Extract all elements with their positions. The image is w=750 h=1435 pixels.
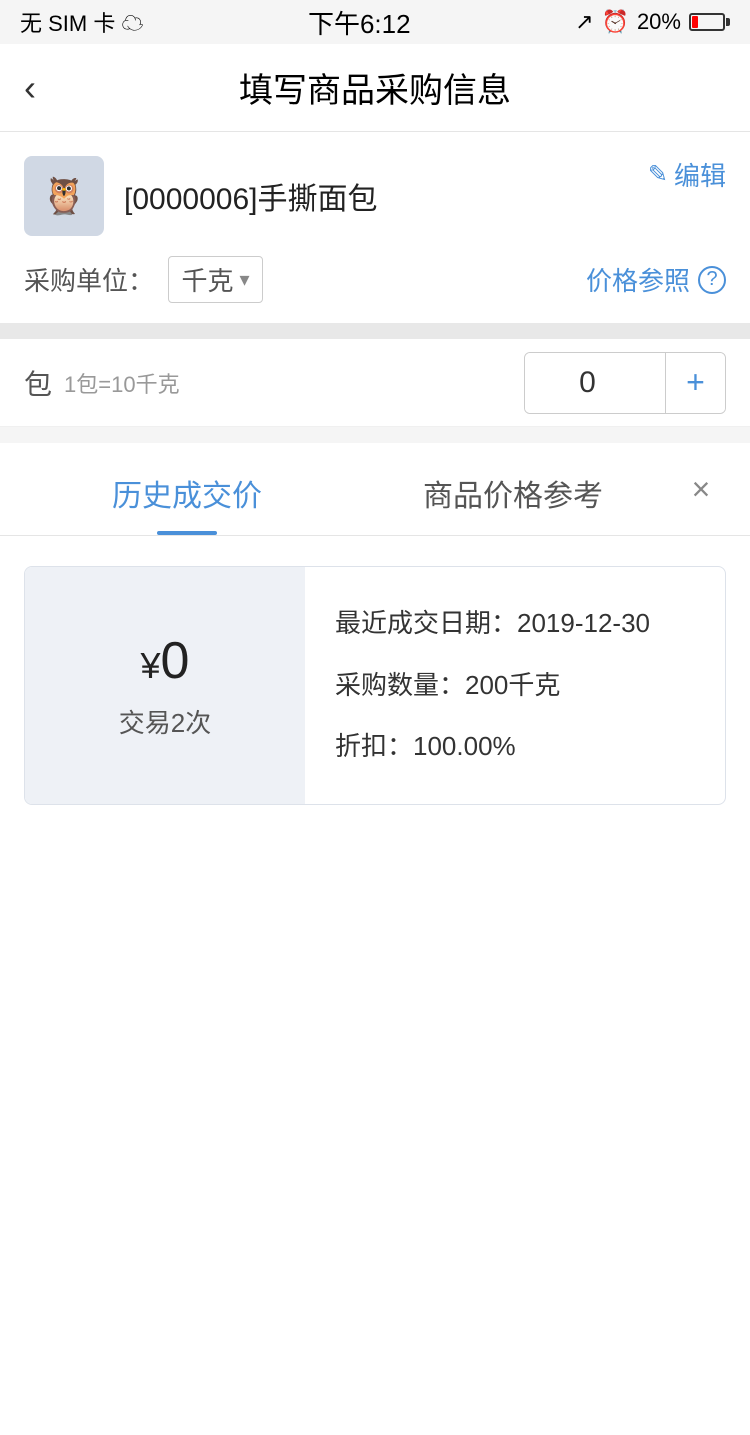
price-ref-help-icon: ? [698,266,726,294]
tab-section: 历史成交价 商品价格参考 × ¥0 交易2次 最近成交日期：2019-12-30… [0,443,750,835]
history-price: ¥0 [141,631,190,691]
back-button[interactable]: ‹ [14,57,46,119]
tab-header: 历史成交价 商品价格参考 × [0,443,750,536]
price-ref-button[interactable]: 价格参照 ? [586,261,726,298]
nav-bar: ‹ 填写商品采购信息 [0,44,750,132]
page-background [0,835,750,1435]
tab-history-price[interactable]: 历史成交价 [24,443,350,535]
product-card: 🦉 [0000006]手撕面包 ✎ 编辑 采购单位： 千克 ▾ 价格参照 ? [0,132,750,323]
discount-value: 100.00% [413,731,516,761]
history-qty-row: 采购数量：200千克 [335,665,695,707]
package-ratio: 1包=10千克 [64,367,180,399]
product-left: 🦉 [0000006]手撕面包 [24,156,377,236]
date-label: 最近成交日期： [335,608,517,638]
tab-price-reference[interactable]: 商品价格参考 [350,443,676,535]
product-header: 🦉 [0000006]手撕面包 ✎ 编辑 [24,156,726,236]
edit-icon: ✎ [648,160,668,189]
product-name: [0000006]手撕面包 [124,174,377,218]
edit-button[interactable]: ✎ 编辑 [648,156,726,193]
battery-percent: 20% [637,9,681,35]
quantity-input[interactable] [525,353,665,413]
page-title: 填写商品采购信息 [239,63,511,112]
unit-label: 采购单位： [24,266,154,296]
alarm-icon: ⏰ [602,9,629,35]
status-left: 无 SIM 卡 ☁ [20,6,143,38]
battery-icon [689,13,730,31]
history-date-row: 最近成交日期：2019-12-30 [335,603,695,645]
quantity-label-group: 包 1包=10千克 [24,363,180,403]
quantity-control: + [524,352,726,414]
history-card: ¥0 交易2次 最近成交日期：2019-12-30 采购数量：200千克 折扣：… [24,566,726,805]
currency-symbol: ¥ [141,645,161,686]
history-right: 最近成交日期：2019-12-30 采购数量：200千克 折扣：100.00% [305,567,725,804]
price-value: 0 [161,632,190,690]
product-thumb-icon: 🦉 [42,175,87,217]
product-thumbnail: 🦉 [24,156,104,236]
quantity-plus-button[interactable]: + [665,353,725,413]
section-divider [0,323,750,339]
status-bar: 无 SIM 卡 ☁ 下午6:12 ↗ ⏰ 20% [0,0,750,44]
product-meta: 采购单位： 千克 ▾ 价格参照 ? [24,256,726,303]
qty-label: 采购数量： [335,670,465,700]
signal-text: 无 SIM 卡 ☁ [20,6,143,38]
status-time: 下午6:12 [308,4,411,41]
history-discount-row: 折扣：100.00% [335,726,695,768]
unit-value: 千克 [181,261,233,298]
location-icon: ↗ [575,9,593,35]
price-ref-label: 价格参照 [586,261,690,298]
history-content: ¥0 交易2次 最近成交日期：2019-12-30 采购数量：200千克 折扣：… [0,536,750,835]
package-label: 包 [24,363,52,403]
history-trades: 交易2次 [119,703,211,740]
edit-label: 编辑 [674,156,726,193]
status-right: ↗ ⏰ 20% [575,9,730,35]
qty-value: 200千克 [465,670,560,700]
unit-select[interactable]: 千克 ▾ [168,256,262,303]
unit-field: 采购单位： 千克 ▾ [24,256,263,303]
history-left: ¥0 交易2次 [25,567,305,804]
tab-close-button[interactable]: × [676,464,726,514]
quantity-row: 包 1包=10千克 + [0,339,750,427]
date-value: 2019-12-30 [517,608,650,638]
unit-arrow-icon: ▾ [239,267,249,292]
discount-label: 折扣： [335,731,413,761]
